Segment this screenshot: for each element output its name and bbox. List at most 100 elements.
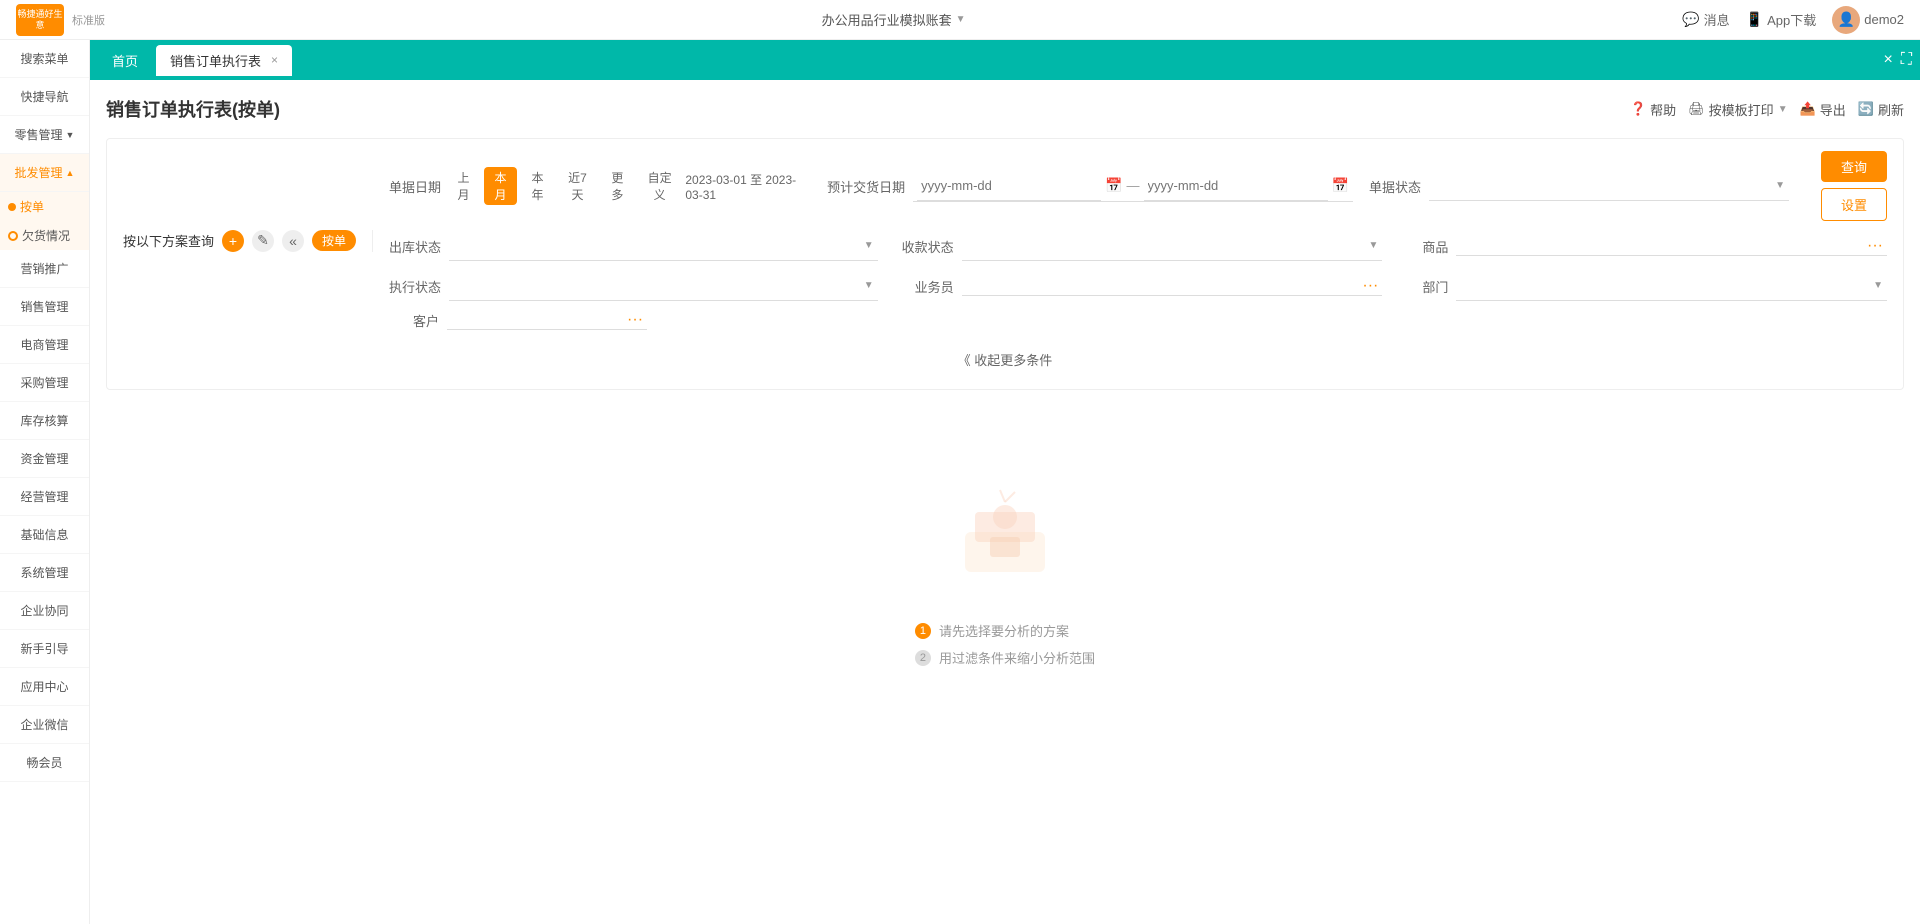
sidebar-item-marketing[interactable]: 营销推广	[0, 250, 89, 288]
customer-dots[interactable]: ···	[623, 311, 647, 329]
message-icon: 💬	[1682, 11, 1699, 28]
sidebar-sub-欠货情况[interactable]: 欠货情况	[0, 221, 89, 250]
sidebar-item-inventory[interactable]: 库存核算	[0, 402, 89, 440]
date-btn-prev-month[interactable]: 上月	[447, 167, 480, 205]
tab-sales-exec[interactable]: 销售订单执行表 ×	[156, 45, 292, 76]
tab-home[interactable]: 首页	[98, 45, 152, 76]
sidebar-item-system[interactable]: 系统管理	[0, 554, 89, 592]
shipment-status-label: 出库状态	[389, 237, 441, 256]
doc-status-label: 单据状态	[1369, 177, 1421, 196]
salesperson-input[interactable]	[962, 278, 1359, 293]
delivery-date-start[interactable]	[917, 171, 1101, 201]
sidebar-item-management[interactable]: 经营管理	[0, 478, 89, 516]
user-profile[interactable]: 👤 demo2	[1832, 6, 1904, 34]
doc-status-dropdown[interactable]: ▼	[1429, 171, 1789, 201]
setting-btn[interactable]: 设置	[1821, 188, 1887, 221]
add-scheme-btn[interactable]: +	[222, 230, 244, 252]
topbar-left: 畅捷通好生意 标准版	[16, 4, 105, 36]
help-btn[interactable]: ❓ 帮助	[1630, 100, 1676, 119]
filter-fields: 单据日期 上月 本月 本年 近7天 更多 自定义 2023-03-01 至 20…	[389, 151, 1887, 330]
sidebar-wholesale-section: 按单 欠货情况	[0, 192, 89, 250]
receipt-status-input[interactable]	[962, 238, 1383, 253]
messages-btn[interactable]: 💬 消息	[1682, 10, 1729, 29]
sidebar-item-wholesale[interactable]: 批发管理 ▲	[0, 154, 89, 192]
topbar-center: 办公用品行业模拟账套 ▼	[822, 10, 966, 29]
print-btn[interactable]: 🖨 按模板打印 ▼	[1688, 100, 1787, 119]
sidebar-item-apps[interactable]: 应用中心	[0, 668, 89, 706]
sidebar-item-wechat[interactable]: 企业微信	[0, 706, 89, 744]
receipt-status-field: 收款状态 ▼	[894, 231, 1383, 261]
sidebar-item-member[interactable]: 畅会员	[0, 744, 89, 782]
sidebar-item-retail[interactable]: 零售管理 ▼	[0, 116, 89, 154]
page-title: 销售订单执行表(按单)	[106, 96, 280, 122]
export-btn[interactable]: 📤 导出	[1800, 100, 1846, 119]
salesperson-field: 业务员 ···	[894, 277, 1383, 296]
topbar-dropdown-icon[interactable]: ▼	[956, 14, 966, 25]
exec-status-field: 执行状态 ▼	[389, 271, 878, 301]
customer-field: 客户 ···	[389, 311, 647, 330]
collapse-btn[interactable]: 《 收起更多条件	[123, 342, 1887, 377]
filter-row-2: 出库状态 ▼ 收款状态	[389, 231, 1887, 261]
empty-tips: 1 请先选择要分析的方案 2 用过滤条件来缩小分析范围	[915, 621, 1095, 675]
sidebar-item-guide[interactable]: 新手引导	[0, 630, 89, 668]
wholesale-arrow-icon: ▲	[66, 168, 75, 178]
customer-label: 客户	[389, 311, 439, 330]
filter-row-4: 客户 ···	[389, 311, 1887, 330]
customer-input[interactable]	[447, 313, 623, 328]
tab-bar: 首页 销售订单执行表 × × ⛶	[90, 40, 1920, 80]
date-btn-this-year[interactable]: 本年	[521, 167, 554, 205]
receipt-status-dropdown[interactable]: ▼	[962, 231, 1383, 261]
export-icon: 📤	[1800, 101, 1816, 117]
filter-scheme-area: 按以下方案查询 + ✎ « 按单	[123, 230, 373, 252]
collapse-scheme-btn[interactable]: «	[282, 230, 304, 252]
goods-dots[interactable]: ···	[1863, 237, 1887, 255]
edit-scheme-btn[interactable]: ✎	[252, 230, 274, 252]
sidebar-sub-按单[interactable]: 按单	[0, 192, 89, 221]
app-title: 标准版	[72, 12, 105, 28]
doc-status-field: 单据状态 ▼	[1369, 171, 1789, 201]
dept-dropdown[interactable]: ▼	[1456, 271, 1887, 301]
exec-status-dropdown[interactable]: ▼	[449, 271, 878, 301]
date-btn-custom[interactable]: 自定义	[638, 167, 682, 205]
shipment-status-input[interactable]	[449, 238, 878, 253]
goods-input[interactable]	[1456, 238, 1863, 253]
topbar-right: 💬 消息 📱 App下载 👤 demo2	[1682, 6, 1904, 34]
page-content: 销售订单执行表(按单) ❓ 帮助 🖨 按模板打印 ▼ 📤	[90, 80, 1920, 924]
retail-arrow-icon: ▼	[66, 130, 75, 140]
calendar-icon-2: 📅	[1332, 177, 1349, 194]
filter-row-3: 执行状态 ▼ 业务员	[389, 271, 1887, 301]
window-close-btn[interactable]: ×	[1883, 51, 1892, 69]
refresh-icon: 🔄	[1858, 101, 1874, 117]
salesperson-dots[interactable]: ···	[1358, 277, 1382, 295]
date-btn-this-month[interactable]: 本月	[484, 167, 517, 205]
delivery-date-end[interactable]	[1144, 171, 1328, 201]
goods-field: 商品 ···	[1398, 237, 1887, 256]
calendar-icon-1: 📅	[1105, 177, 1122, 194]
query-btn[interactable]: 查询	[1821, 151, 1887, 182]
sidebar-item-finance[interactable]: 资金管理	[0, 440, 89, 478]
sidebar-item-sales[interactable]: 销售管理	[0, 288, 89, 326]
dept-input[interactable]	[1456, 278, 1887, 293]
tip-num-1: 1	[915, 623, 931, 639]
sidebar-item-search[interactable]: 搜索菜单	[0, 40, 89, 78]
window-expand-btn[interactable]: ⛶	[1901, 51, 1912, 69]
exec-status-input[interactable]	[449, 278, 878, 293]
date-field: 单据日期 上月 本月 本年 近7天 更多 自定义 2023-03-01 至 20…	[389, 167, 809, 205]
sidebar-item-nav[interactable]: 快捷导航	[0, 78, 89, 116]
doc-status-input[interactable]	[1429, 178, 1789, 193]
shipment-status-dropdown[interactable]: ▼	[449, 231, 878, 261]
app-download-btn[interactable]: 📱 App下载	[1746, 10, 1817, 29]
sidebar-item-basic[interactable]: 基础信息	[0, 516, 89, 554]
query-btns: 查询 设置	[1821, 151, 1887, 221]
date-btn-7days[interactable]: 近7天	[558, 167, 597, 205]
active-scheme-chip[interactable]: 按单	[312, 230, 356, 251]
sidebar-item-ecommerce[interactable]: 电商管理	[0, 326, 89, 364]
sidebar-item-collab[interactable]: 企业协同	[0, 592, 89, 630]
empty-state: 1 请先选择要分析的方案 2 用过滤条件来缩小分析范围	[106, 402, 1904, 755]
receipt-status-label: 收款状态	[894, 237, 954, 256]
refresh-btn[interactable]: 🔄 刷新	[1858, 100, 1904, 119]
date-btn-more[interactable]: 更多	[601, 167, 634, 205]
tab-close-icon[interactable]: ×	[271, 53, 278, 67]
sidebar-item-purchase[interactable]: 采购管理	[0, 364, 89, 402]
date-range-text: 2023-03-01 至 2023-03-31	[685, 171, 809, 202]
